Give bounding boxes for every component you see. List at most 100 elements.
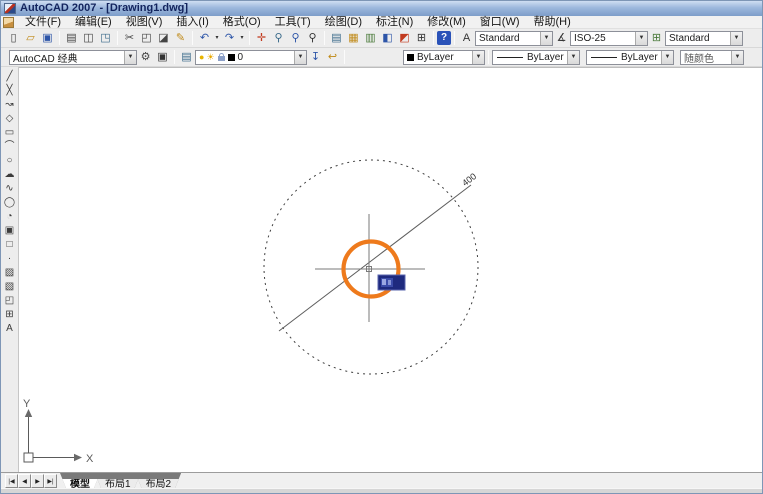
tab-layout1[interactable]: 布局1 xyxy=(95,473,141,488)
insert-block-icon[interactable]: ▣ xyxy=(2,224,18,238)
menu-modify[interactable]: 修改(M) xyxy=(420,16,473,29)
tab-first-button[interactable]: |◀ xyxy=(5,474,18,488)
save-workspace-icon[interactable]: ▣ xyxy=(154,49,171,65)
table-style-combo[interactable]: Standard ▼ xyxy=(665,31,743,46)
ellipse-icon[interactable]: ◯ xyxy=(2,196,18,210)
zoom-realtime-icon[interactable]: ⚲ xyxy=(270,30,287,46)
hatch-icon[interactable]: ▨ xyxy=(2,266,18,280)
make-block-icon[interactable]: □ xyxy=(2,238,18,252)
zoom-window-icon[interactable]: ⚲ xyxy=(287,30,304,46)
point-icon[interactable]: · xyxy=(2,252,18,266)
quickcalc-icon[interactable]: ⊞ xyxy=(413,30,430,46)
drawing-control-icon[interactable] xyxy=(3,17,14,28)
undo-dropdown-icon[interactable]: ▾ xyxy=(213,30,221,46)
linetype-combo[interactable]: ByLayer ▼ xyxy=(492,50,580,65)
dynamic-input-box[interactable] xyxy=(378,275,405,290)
workspace-combo[interactable]: AutoCAD 经典 ▼ xyxy=(9,50,137,65)
dimension-label: 400 xyxy=(460,171,478,188)
layer-combo[interactable]: ● ☀ 0 ▼ xyxy=(195,50,307,65)
combo-arrow-icon[interactable]: ▼ xyxy=(294,51,306,64)
combo-arrow-icon[interactable]: ▼ xyxy=(635,32,647,45)
text-style-combo[interactable]: Standard ▼ xyxy=(475,31,553,46)
tab-next-button[interactable]: ▶ xyxy=(31,474,44,488)
menu-format[interactable]: 格式(O) xyxy=(216,16,268,29)
menu-insert[interactable]: 插入(I) xyxy=(169,16,215,29)
sheetset-manager-icon[interactable]: ◧ xyxy=(379,30,396,46)
tool-palettes-icon[interactable]: ▥ xyxy=(362,30,379,46)
combo-arrow-icon[interactable]: ▼ xyxy=(567,51,579,64)
multiline-text-icon[interactable]: A xyxy=(2,322,18,336)
match-properties-icon[interactable]: ✎ xyxy=(172,30,189,46)
undo-icon[interactable]: ↶ xyxy=(196,30,213,46)
open-icon[interactable]: ▱ xyxy=(22,30,39,46)
menu-file[interactable]: 文件(F) xyxy=(18,16,68,29)
menu-dimension[interactable]: 标注(N) xyxy=(369,16,420,29)
layer-manager-icon[interactable]: ▤ xyxy=(178,49,195,65)
ellipse-arc-icon[interactable]: ◔ xyxy=(2,210,18,224)
plot-icon[interactable]: ▤ xyxy=(63,30,80,46)
tab-model[interactable]: 模型 xyxy=(60,473,100,488)
help-icon[interactable]: ? xyxy=(437,31,451,45)
layer-lock-icon[interactable] xyxy=(218,56,225,61)
table-icon[interactable]: ⊞ xyxy=(2,308,18,322)
polygon-icon[interactable]: ◇ xyxy=(2,112,18,126)
zoom-previous-icon[interactable]: ⚲ xyxy=(304,30,321,46)
combo-arrow-icon[interactable]: ▼ xyxy=(540,32,552,45)
spline-icon[interactable]: ∿ xyxy=(2,182,18,196)
workspace-settings-icon[interactable]: ⚙ xyxy=(137,49,154,65)
tab-layout2[interactable]: 布局2 xyxy=(136,473,182,488)
designcenter-icon[interactable]: ▦ xyxy=(345,30,362,46)
toolbar-separator xyxy=(117,31,118,45)
rectangle-icon[interactable]: ▭ xyxy=(2,126,18,140)
plotstyle-combo[interactable]: 随颜色 ▼ xyxy=(680,50,744,65)
layer-freeze-icon[interactable]: ☀ xyxy=(206,52,214,63)
pan-icon[interactable]: ✛ xyxy=(253,30,270,46)
combo-arrow-icon[interactable]: ▼ xyxy=(731,51,743,64)
combo-arrow-icon[interactable]: ▼ xyxy=(661,51,673,64)
copy-icon[interactable]: ◰ xyxy=(138,30,155,46)
region-icon[interactable]: ◰ xyxy=(2,294,18,308)
circle-icon[interactable]: ○ xyxy=(2,154,18,168)
publish-icon[interactable]: ◳ xyxy=(97,30,114,46)
paste-icon[interactable]: ◪ xyxy=(155,30,172,46)
arc-icon[interactable]: ⌒ xyxy=(2,140,18,154)
redo-icon[interactable]: ↷ xyxy=(221,30,238,46)
table-style-icon[interactable]: ⊞ xyxy=(648,30,665,46)
markup-manager-icon[interactable]: ◩ xyxy=(396,30,413,46)
lineweight-combo[interactable]: ByLayer ▼ xyxy=(586,50,674,65)
layer-previous-icon[interactable]: ↩ xyxy=(324,49,341,65)
toolbar-separator xyxy=(433,31,434,45)
construction-line-icon[interactable]: ╳ xyxy=(2,84,18,98)
layer-color-swatch[interactable] xyxy=(228,54,235,61)
new-icon[interactable]: ▯ xyxy=(5,30,22,46)
text-style-icon[interactable]: A xyxy=(458,30,475,46)
redo-dropdown-icon[interactable]: ▾ xyxy=(238,30,246,46)
cut-icon[interactable]: ✂ xyxy=(121,30,138,46)
menu-tools[interactable]: 工具(T) xyxy=(268,16,318,29)
color-combo[interactable]: ByLayer ▼ xyxy=(403,50,485,65)
revision-cloud-icon[interactable]: ☁ xyxy=(2,168,18,182)
tab-prev-button[interactable]: ◀ xyxy=(18,474,31,488)
plot-preview-icon[interactable]: ◫ xyxy=(80,30,97,46)
tab-last-button[interactable]: ▶| xyxy=(44,474,57,488)
menu-edit[interactable]: 编辑(E) xyxy=(68,16,119,29)
gradient-icon[interactable]: ▧ xyxy=(2,280,18,294)
line-icon[interactable]: ╱ xyxy=(2,70,18,84)
drawing-canvas[interactable]: 400 Y X xyxy=(19,67,763,472)
menu-window[interactable]: 窗口(W) xyxy=(473,16,527,29)
menu-draw[interactable]: 绘图(D) xyxy=(318,16,369,29)
diagonal-line[interactable] xyxy=(279,185,471,331)
properties-icon[interactable]: ▤ xyxy=(328,30,345,46)
menu-help[interactable]: 帮助(H) xyxy=(527,16,578,29)
dim-style-combo[interactable]: ISO-25 ▼ xyxy=(570,31,648,46)
combo-arrow-icon[interactable]: ▼ xyxy=(472,51,484,64)
save-icon[interactable]: ▣ xyxy=(39,30,56,46)
make-layer-current-icon[interactable]: ↧ xyxy=(307,49,324,65)
table-style-value: Standard xyxy=(669,33,710,44)
dim-style-icon[interactable]: ∡ xyxy=(553,30,570,46)
polyline-icon[interactable]: ↝ xyxy=(2,98,18,112)
combo-arrow-icon[interactable]: ▼ xyxy=(124,51,136,64)
menu-view[interactable]: 视图(V) xyxy=(119,16,170,29)
layer-on-icon[interactable]: ● xyxy=(199,52,204,62)
combo-arrow-icon[interactable]: ▼ xyxy=(730,32,742,45)
